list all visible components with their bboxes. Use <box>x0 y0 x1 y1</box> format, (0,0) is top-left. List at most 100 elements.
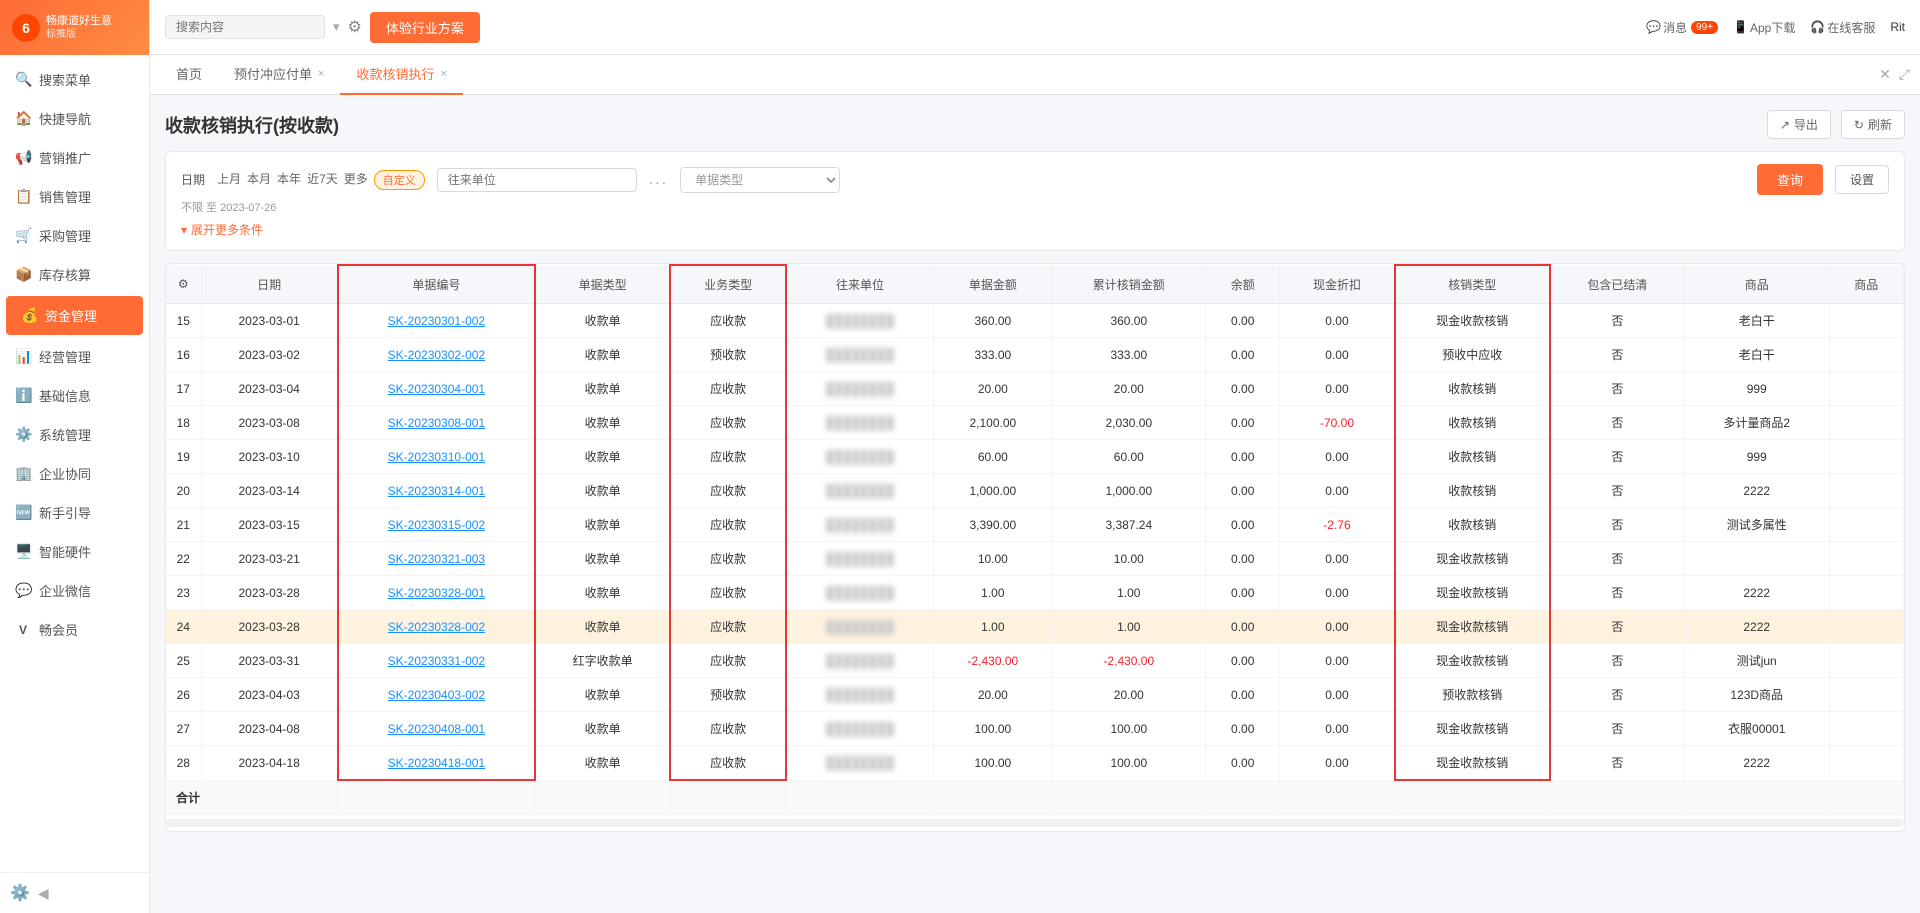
bill-no-link[interactable]: SK-20230304-001 <box>388 382 485 396</box>
col-date[interactable]: 日期 <box>201 265 338 304</box>
settings-btn[interactable]: 设置 <box>1835 165 1889 194</box>
table-row[interactable]: 15 2023-03-01 SK-20230301-002 收款单 应收款 ██… <box>166 304 1904 338</box>
date-7days[interactable]: 近7天 <box>307 170 338 190</box>
tab-close-all-icon[interactable]: ✕ <box>1879 66 1891 83</box>
cell-bill-type: 收款单 <box>535 372 670 406</box>
sidebar-item-label: 经营管理 <box>39 347 91 366</box>
col-bill-amount[interactable]: 单据金额 <box>934 265 1052 304</box>
date-range-text: 不限 至 2023-07-26 <box>181 199 1889 215</box>
table-row[interactable]: 16 2023-03-02 SK-20230302-002 收款单 预收款 ██… <box>166 338 1904 372</box>
user-name[interactable]: Rit <box>1890 20 1905 34</box>
app-logo: 6 畅康道好生意 标推版 <box>0 0 149 55</box>
date-label: 日期 <box>181 171 205 188</box>
cell-counterpart: ████████ <box>786 406 934 440</box>
col-bill-type[interactable]: 单据类型 <box>535 265 670 304</box>
bill-no-link[interactable]: SK-20230321-003 <box>388 552 485 566</box>
table-row[interactable]: 21 2023-03-15 SK-20230315-002 收款单 应收款 ██… <box>166 508 1904 542</box>
date-this-month[interactable]: 本月 <box>247 170 271 190</box>
cell-bill-type: 收款单 <box>535 542 670 576</box>
bill-no-link[interactable]: SK-20230328-001 <box>388 586 485 600</box>
dropdown-icon[interactable]: ▾ <box>333 19 340 35</box>
col-product[interactable]: 商品 <box>1684 265 1829 304</box>
refresh-btn[interactable]: ↻ 刷新 <box>1841 110 1905 139</box>
cell-writeoff-type: 收款核销 <box>1395 406 1550 440</box>
date-this-year[interactable]: 本年 <box>277 170 301 190</box>
table-row[interactable]: 25 2023-03-31 SK-20230331-002 红字收款单 应收款 … <box>166 644 1904 678</box>
sidebar-item-enterprise[interactable]: 🏢 企业协同 <box>0 454 149 493</box>
table-row[interactable]: 18 2023-03-08 SK-20230308-001 收款单 应收款 ██… <box>166 406 1904 440</box>
export-btn[interactable]: ↗ 导出 <box>1767 110 1831 139</box>
message-area[interactable]: 💬 消息 99+ <box>1646 19 1718 36</box>
tab-payable-close[interactable]: × <box>318 68 324 80</box>
online-service[interactable]: 🎧 在线客服 <box>1810 19 1875 36</box>
sidebar-item-finance[interactable]: 💰 资金管理 <box>6 296 143 335</box>
filter-expand[interactable]: ▾ 展开更多条件 <box>181 221 1889 238</box>
cell-product2 <box>1829 440 1903 474</box>
bill-no-link[interactable]: SK-20230310-001 <box>388 450 485 464</box>
cell-date: 2023-04-08 <box>201 712 338 746</box>
sidebar-item-system[interactable]: ⚙️ 系统管理 <box>0 415 149 454</box>
bill-no-link[interactable]: SK-20230408-001 <box>388 722 485 736</box>
bill-no-link[interactable]: SK-20230315-002 <box>388 518 485 532</box>
sidebar-item-guide[interactable]: 🆕 新手引导 <box>0 493 149 532</box>
sidebar-item-search[interactable]: 🔍 搜索菜单 <box>0 60 149 99</box>
query-btn[interactable]: 查询 <box>1757 164 1823 195</box>
col-include-settled[interactable]: 包含已结清 <box>1550 265 1685 304</box>
col-counterpart[interactable]: 往来单位 <box>786 265 934 304</box>
col-bill-no[interactable]: 单据编号 <box>338 265 535 304</box>
table-row[interactable]: 19 2023-03-10 SK-20230310-001 收款单 应收款 ██… <box>166 440 1904 474</box>
col-balance[interactable]: 余额 <box>1206 265 1280 304</box>
counterpart-input[interactable] <box>437 168 637 192</box>
col-writeoff-amount[interactable]: 累计核销金额 <box>1052 265 1206 304</box>
table-row[interactable]: 27 2023-04-08 SK-20230408-001 收款单 应收款 ██… <box>166 712 1904 746</box>
sidebar-item-quicknav[interactable]: 🏠 快捷导航 <box>0 99 149 138</box>
table-row[interactable]: 20 2023-03-14 SK-20230314-001 收款单 应收款 ██… <box>166 474 1904 508</box>
col-writeoff-type[interactable]: 核销类型 <box>1395 265 1550 304</box>
col-product2[interactable]: 商品 <box>1829 265 1903 304</box>
sidebar-item-hardware[interactable]: 🖥️ 智能硬件 <box>0 532 149 571</box>
bill-no-link[interactable]: SK-20230328-002 <box>388 620 485 634</box>
table-scrollbar[interactable] <box>166 819 1904 827</box>
bill-no-link[interactable]: SK-20230301-002 <box>388 314 485 328</box>
sidebar-item-basic[interactable]: ℹ️ 基础信息 <box>0 376 149 415</box>
tab-writeoff[interactable]: 收款核销执行 × <box>340 55 462 95</box>
table-row[interactable]: 17 2023-03-04 SK-20230304-001 收款单 应收款 ██… <box>166 372 1904 406</box>
col-gear[interactable]: ⚙ <box>166 265 201 304</box>
date-custom-btn[interactable]: 自定义 <box>374 170 425 190</box>
tab-expand-icon[interactable]: ⤢ <box>1899 66 1910 83</box>
app-download[interactable]: 📱 App下载 <box>1733 19 1795 36</box>
industry-btn[interactable]: 体验行业方案 <box>370 12 480 43</box>
bill-no-link[interactable]: SK-20230308-001 <box>388 416 485 430</box>
tab-payable[interactable]: 预付冲应付单 × <box>218 55 340 95</box>
sidebar-item-inventory[interactable]: 📦 库存核算 <box>0 255 149 294</box>
col-cash-discount[interactable]: 现金折扣 <box>1280 265 1395 304</box>
date-last-month[interactable]: 上月 <box>217 170 241 190</box>
bill-type-select[interactable]: 单据类型 <box>680 167 840 193</box>
bill-no-link[interactable]: SK-20230418-001 <box>388 756 485 770</box>
sidebar-item-marketing[interactable]: 📢 营销推广 <box>0 138 149 177</box>
bill-no-link[interactable]: SK-20230331-002 <box>388 654 485 668</box>
table-row[interactable]: 26 2023-04-03 SK-20230403-002 收款单 预收款 ██… <box>166 678 1904 712</box>
tab-writeoff-close[interactable]: × <box>440 68 446 80</box>
collapse-icon[interactable]: ◀ <box>38 885 49 902</box>
bill-no-link[interactable]: SK-20230403-002 <box>388 688 485 702</box>
table-row[interactable]: 28 2023-04-18 SK-20230418-001 收款单 应收款 ██… <box>166 746 1904 781</box>
sidebar-item-sales[interactable]: 📋 销售管理 <box>0 177 149 216</box>
table-row[interactable]: 24 2023-03-28 SK-20230328-002 收款单 应收款 ██… <box>166 610 1904 644</box>
settings-icon[interactable]: ⚙️ <box>10 883 30 903</box>
col-biz-type[interactable]: 业务类型 <box>670 265 786 304</box>
tab-home[interactable]: 首页 <box>160 55 218 95</box>
table-row[interactable]: 23 2023-03-28 SK-20230328-001 收款单 应收款 ██… <box>166 576 1904 610</box>
search-input[interactable] <box>165 15 325 39</box>
sidebar-item-operation[interactable]: 📊 经营管理 <box>0 337 149 376</box>
cell-writeoff-type: 现金收款核销 <box>1395 746 1550 781</box>
sidebar-item-purchase[interactable]: 🛒 采购管理 <box>0 216 149 255</box>
date-more[interactable]: 更多 <box>344 170 368 190</box>
bill-no-link[interactable]: SK-20230302-002 <box>388 348 485 362</box>
gear-icon[interactable]: ⚙ <box>348 17 362 37</box>
cell-writeoff-type: 收款核销 <box>1395 508 1550 542</box>
table-row[interactable]: 22 2023-03-21 SK-20230321-003 收款单 应收款 ██… <box>166 542 1904 576</box>
bill-no-link[interactable]: SK-20230314-001 <box>388 484 485 498</box>
sidebar-item-wechat[interactable]: 💬 企业微信 <box>0 571 149 610</box>
sidebar-item-member[interactable]: V 畅会员 <box>0 610 149 649</box>
